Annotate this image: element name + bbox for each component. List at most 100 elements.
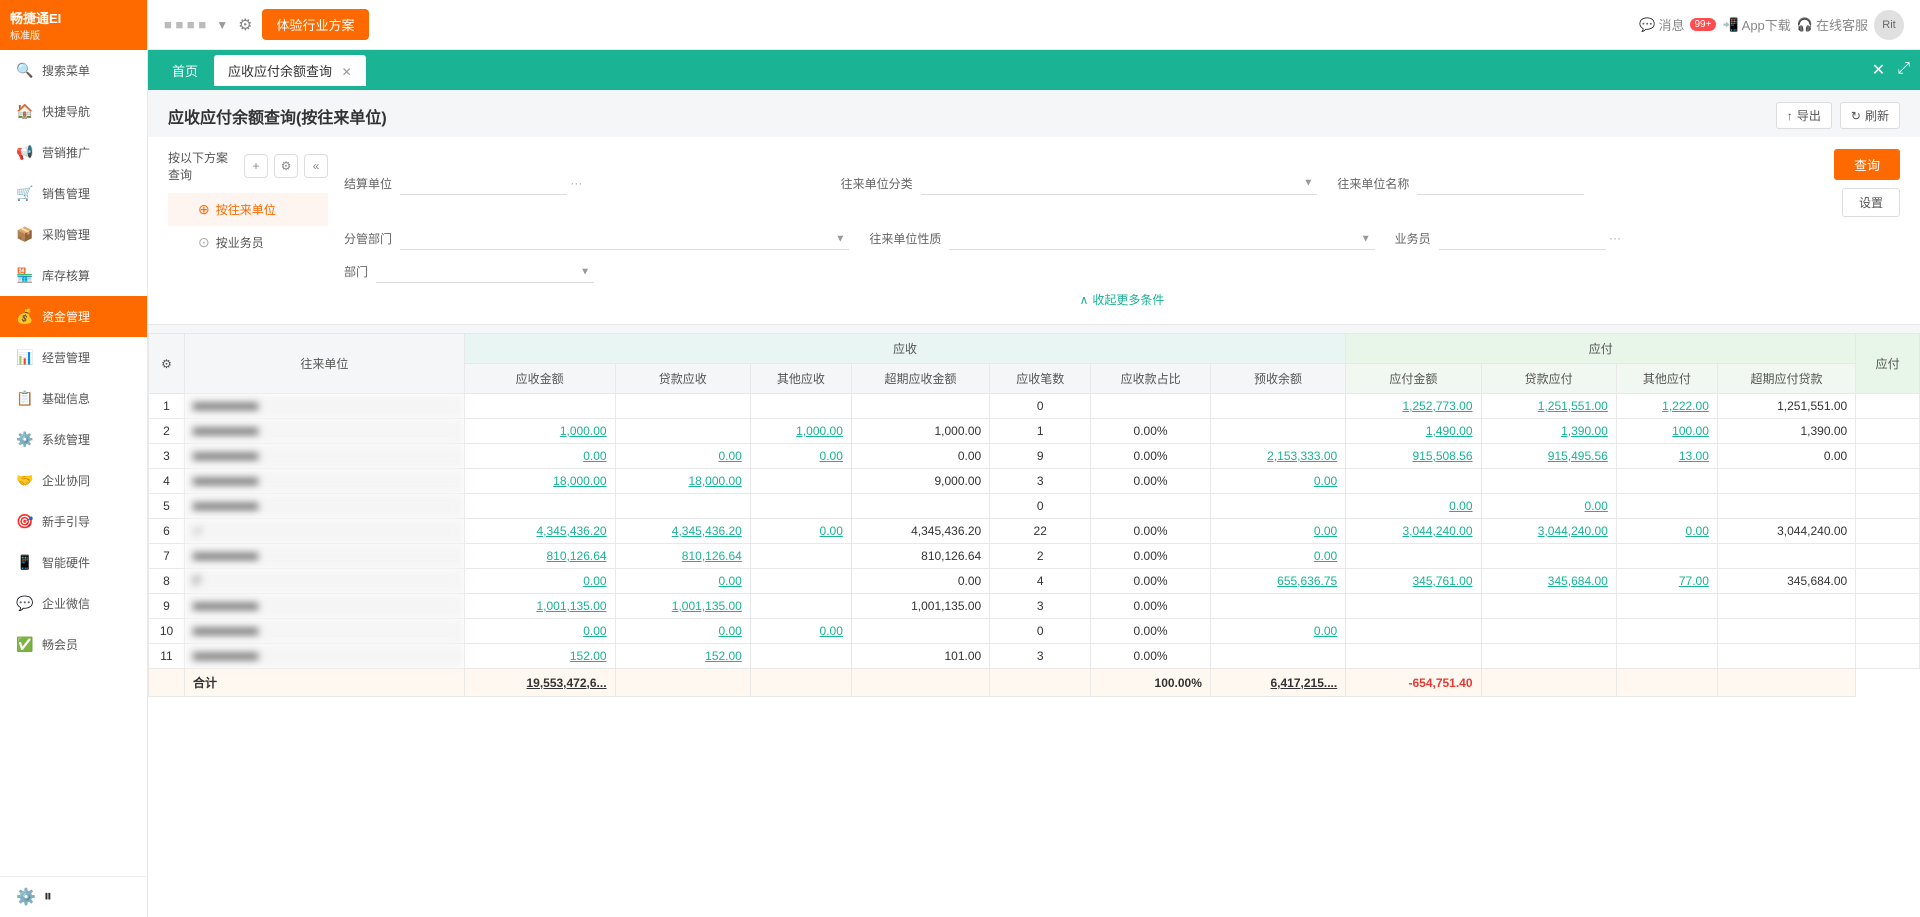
table-cell[interactable]	[1346, 469, 1481, 494]
sidebar-item-finance[interactable]: 💰 资金管理	[0, 296, 147, 337]
table-cell[interactable]: 0.00	[1616, 519, 1717, 544]
table-cell[interactable]	[1346, 544, 1481, 569]
export-button[interactable]: ↑ 导出	[1776, 102, 1832, 129]
footer-ar-amount[interactable]: 19,553,472,6...	[464, 669, 615, 697]
refresh-button[interactable]: ↻ 刷新	[1840, 102, 1900, 129]
th-settings[interactable]: ⚙	[149, 334, 185, 394]
table-cell[interactable]	[1210, 394, 1345, 419]
table-cell[interactable]: 100.00	[1616, 419, 1717, 444]
table-cell[interactable]: 0.00	[1346, 494, 1481, 519]
filter-by-partner[interactable]: ⊕ 按往来单位	[168, 193, 328, 226]
table-cell[interactable]: 1,490.00	[1346, 419, 1481, 444]
table-cell[interactable]	[750, 469, 851, 494]
table-cell[interactable]: 0.00	[464, 619, 615, 644]
topbar-gear-icon[interactable]: ⚙	[238, 15, 252, 35]
table-cell[interactable]: 3,044,240.00	[1346, 519, 1481, 544]
collapse-plan-button[interactable]: «	[304, 154, 328, 178]
table-cell[interactable]: 0.00	[615, 619, 750, 644]
sidebar-item-device[interactable]: 📱 智能硬件	[0, 542, 147, 583]
table-cell[interactable]: 0.00	[1210, 544, 1345, 569]
table-cell[interactable]: 0.00	[750, 519, 851, 544]
salesperson-input[interactable]	[1439, 227, 1606, 250]
table-cell[interactable]: 1,390.00	[1481, 419, 1616, 444]
table-cell[interactable]	[1616, 594, 1717, 619]
department-select[interactable]	[376, 260, 594, 283]
sidebar-item-system[interactable]: ⚙️ 系统管理	[0, 419, 147, 460]
partner-name-input[interactable]	[1417, 172, 1584, 195]
table-cell[interactable]: 1,252,773.00	[1346, 394, 1481, 419]
sidebar-item-member[interactable]: ✅ 畅会员	[0, 624, 147, 665]
settings-button[interactable]: 设置	[1842, 188, 1900, 217]
table-cell[interactable]: 1,000.00	[464, 419, 615, 444]
table-cell[interactable]: 0.00	[1210, 519, 1345, 544]
table-cell[interactable]: 4,345,436.20	[464, 519, 615, 544]
table-cell[interactable]	[750, 569, 851, 594]
table-cell[interactable]: 1,000.00	[750, 419, 851, 444]
table-cell[interactable]: 345,684.00	[1481, 569, 1616, 594]
table-cell[interactable]: 0.00	[1210, 469, 1345, 494]
table-cell[interactable]: 1,001,135.00	[615, 594, 750, 619]
sidebar-item-search[interactable]: 🔍 搜索菜单	[0, 50, 147, 91]
table-cell[interactable]: 1,251,551.00	[1481, 394, 1616, 419]
sidebar-item-guide[interactable]: 🎯 新手引导	[0, 501, 147, 542]
sidebar-item-marketing[interactable]: 📢 营销推广	[0, 132, 147, 173]
table-wrap[interactable]: ⚙ 往来单位 应收 应付 应付 应收金额 贷款应收 其他应收 超期应收金额 应收…	[148, 333, 1920, 917]
table-cell[interactable]	[1481, 469, 1616, 494]
table-cell[interactable]: 0.00	[615, 444, 750, 469]
tabbar-close-icon[interactable]: ✕	[1872, 60, 1885, 80]
table-cell[interactable]	[615, 394, 750, 419]
table-cell[interactable]	[1210, 594, 1345, 619]
table-cell[interactable]	[1616, 469, 1717, 494]
service-item[interactable]: 🎧 在线客服	[1797, 15, 1868, 34]
table-cell[interactable]	[615, 494, 750, 519]
table-cell[interactable]	[750, 394, 851, 419]
sidebar-item-operation[interactable]: 📊 经营管理	[0, 337, 147, 378]
table-cell[interactable]: 13.00	[1616, 444, 1717, 469]
table-cell[interactable]: 0.00	[464, 444, 615, 469]
sidebar-item-basic[interactable]: 📋 基础信息	[0, 378, 147, 419]
collapse-button[interactable]: ∧ 收起更多条件	[1080, 291, 1165, 308]
table-cell[interactable]: 345,761.00	[1346, 569, 1481, 594]
table-cell[interactable]: 0.00	[615, 569, 750, 594]
message-nav-item[interactable]: 💬 消息 99+	[1639, 15, 1716, 34]
table-cell[interactable]	[464, 394, 615, 419]
edit-plan-button[interactable]: ⚙	[274, 154, 298, 178]
table-cell[interactable]	[1616, 544, 1717, 569]
filter-by-staff[interactable]: ⊙ 按业务员	[168, 226, 328, 259]
table-cell[interactable]	[1210, 494, 1345, 519]
sidebar-item-sales[interactable]: 🛒 销售管理	[0, 173, 147, 214]
solution-button[interactable]: 体验行业方案	[262, 9, 368, 40]
table-cell[interactable]	[750, 644, 851, 669]
settlement-unit-dots[interactable]: ···	[570, 176, 582, 190]
table-cell[interactable]	[1481, 594, 1616, 619]
sidebar-settings-icon[interactable]: ⚙️	[16, 887, 36, 907]
table-cell[interactable]: 0.00	[750, 444, 851, 469]
table-cell[interactable]	[615, 419, 750, 444]
tab-arquery[interactable]: 应收应付余额查询 ✕	[214, 55, 366, 86]
table-cell[interactable]	[1481, 544, 1616, 569]
table-cell[interactable]: 77.00	[1616, 569, 1717, 594]
table-cell[interactable]	[750, 594, 851, 619]
table-cell[interactable]	[1346, 644, 1481, 669]
table-cell[interactable]	[1346, 594, 1481, 619]
table-cell[interactable]	[1616, 494, 1717, 519]
table-cell[interactable]: 3,044,240.00	[1481, 519, 1616, 544]
table-cell[interactable]	[750, 494, 851, 519]
table-cell[interactable]	[1481, 644, 1616, 669]
dept-in-charge-select[interactable]	[400, 227, 849, 250]
topbar-dropdown-icon[interactable]: ▼	[216, 18, 228, 32]
tab-close-icon[interactable]: ✕	[342, 65, 352, 79]
sidebar-item-wechat[interactable]: 💬 企业微信	[0, 583, 147, 624]
table-cell[interactable]: 4,345,436.20	[615, 519, 750, 544]
table-cell[interactable]	[750, 544, 851, 569]
table-cell[interactable]: 18,000.00	[464, 469, 615, 494]
table-cell[interactable]: 18,000.00	[615, 469, 750, 494]
table-cell[interactable]	[1346, 619, 1481, 644]
table-cell[interactable]	[1616, 644, 1717, 669]
tabbar-expand-icon[interactable]: ⤢	[1897, 60, 1910, 80]
table-cell[interactable]	[464, 494, 615, 519]
table-cell[interactable]: 0.00	[1481, 494, 1616, 519]
table-cell[interactable]: 0.00	[464, 569, 615, 594]
table-cell[interactable]: 0.00	[750, 619, 851, 644]
sidebar-item-quicknav[interactable]: 🏠 快捷导航	[0, 91, 147, 132]
